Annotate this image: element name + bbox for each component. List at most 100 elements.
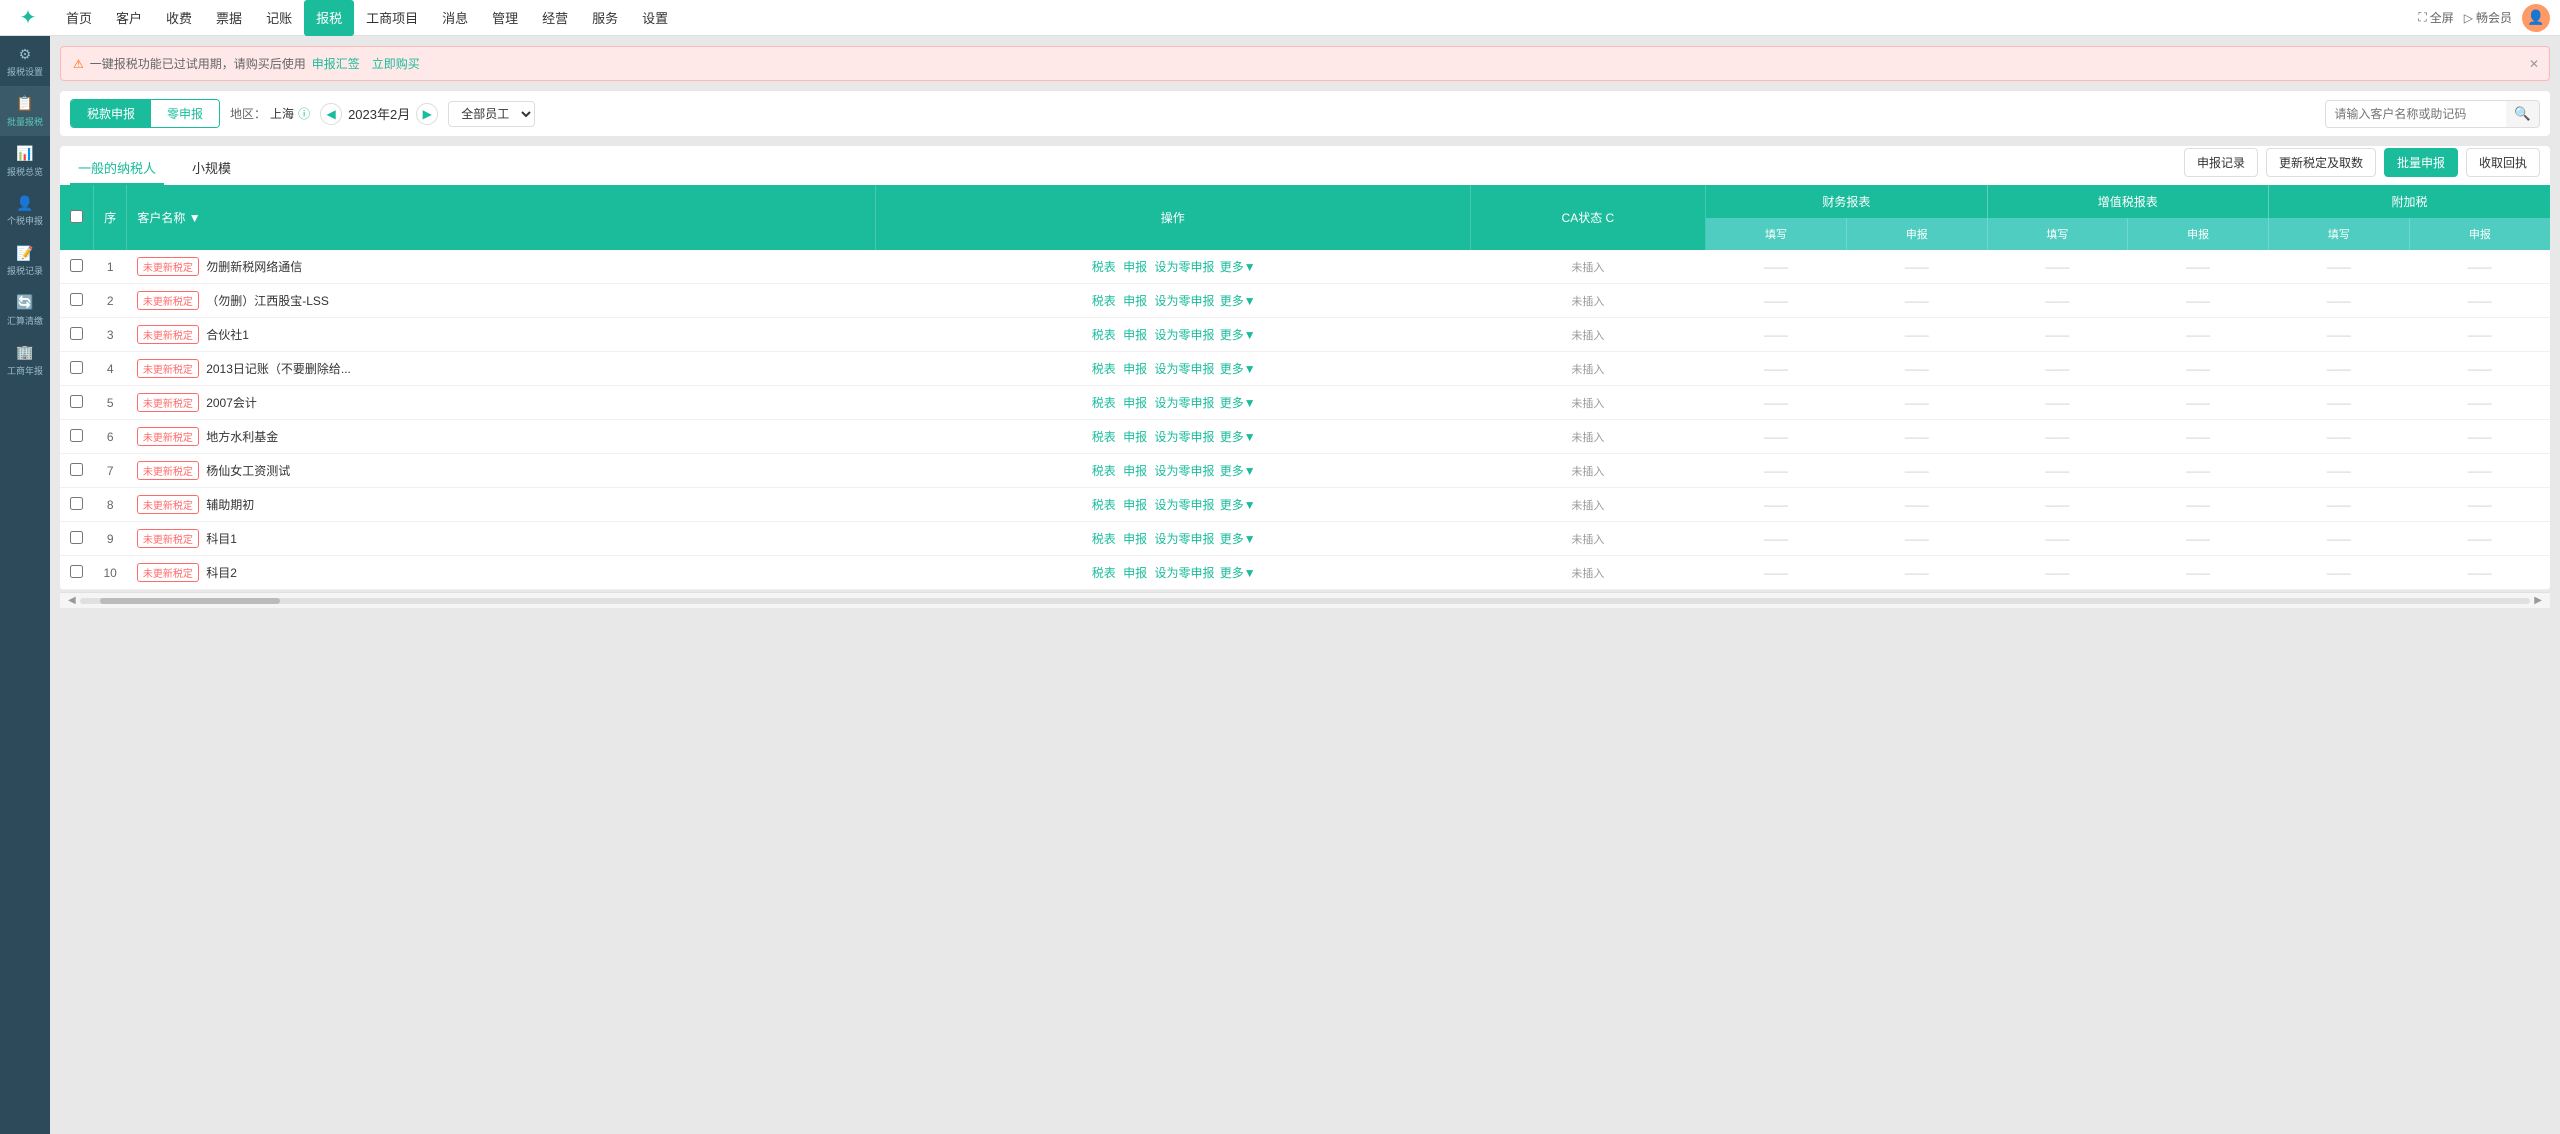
nav-item-accounting[interactable]: 记账	[254, 0, 304, 36]
op-more[interactable]: 更多▼	[1220, 396, 1256, 410]
row-checkbox[interactable]	[70, 259, 83, 272]
op-declare[interactable]: 申报	[1123, 498, 1147, 512]
op-tax-table[interactable]: 税表	[1092, 362, 1116, 376]
op-tax-table[interactable]: 税表	[1092, 430, 1116, 444]
sidebar-item-personal-tax[interactable]: 👤 个税申报	[0, 185, 50, 235]
op-more[interactable]: 更多▼	[1220, 328, 1256, 342]
sidebar-item-batch-tax[interactable]: 📋 批量报税	[0, 86, 50, 136]
row-checkbox[interactable]	[70, 429, 83, 442]
op-set-zero[interactable]: 设为零申报	[1154, 362, 1214, 376]
nav-item-home[interactable]: 首页	[54, 0, 104, 36]
tab-general-taxpayer[interactable]: 一般的纳税人	[70, 152, 164, 185]
scroll-thumb[interactable]	[100, 598, 280, 604]
op-declare[interactable]: 申报	[1123, 566, 1147, 580]
sidebar-item-annual-report[interactable]: 🏢 工商年报	[0, 335, 50, 385]
op-set-zero[interactable]: 设为零申报	[1154, 498, 1214, 512]
nav-item-business[interactable]: 工商项目	[354, 0, 430, 36]
op-more[interactable]: 更多▼	[1220, 498, 1256, 512]
tab-tax-declaration[interactable]: 税款申报	[71, 100, 151, 127]
op-declare[interactable]: 申报	[1123, 260, 1147, 274]
row-checkbox[interactable]	[70, 327, 83, 340]
row-checkbox[interactable]	[70, 463, 83, 476]
filing-record-button[interactable]: 申报记录	[2184, 148, 2258, 177]
batch-declare-button[interactable]: 批量申报	[2384, 148, 2458, 177]
op-declare[interactable]: 申报	[1123, 294, 1147, 308]
op-more[interactable]: 更多▼	[1220, 566, 1256, 580]
op-more[interactable]: 更多▼	[1220, 430, 1256, 444]
select-all-checkbox[interactable]	[70, 210, 83, 223]
sidebar-item-tax-overview[interactable]: 📊 报税总览	[0, 136, 50, 186]
alert-link-purchase[interactable]: 立即购买	[372, 55, 420, 72]
nav-item-client[interactable]: 客户	[104, 0, 154, 36]
op-set-zero[interactable]: 设为零申报	[1154, 396, 1214, 410]
nav-item-manage[interactable]: 管理	[480, 0, 530, 36]
row-checkbox[interactable]	[70, 293, 83, 306]
fullscreen-icon: ⛶	[2418, 10, 2426, 25]
alert-close-button[interactable]: ✕	[2529, 57, 2539, 71]
op-declare[interactable]: 申报	[1123, 532, 1147, 546]
scroll-left-arrow[interactable]: ◀	[68, 595, 76, 606]
fullscreen-button[interactable]: ⛶ 全屏	[2418, 9, 2453, 26]
avatar[interactable]: 👤	[2522, 4, 2550, 32]
op-declare[interactable]: 申报	[1123, 396, 1147, 410]
op-tax-table[interactable]: 税表	[1092, 260, 1116, 274]
member-button[interactable]: ▷ 畅会员	[2464, 9, 2512, 26]
op-tax-table[interactable]: 税表	[1092, 328, 1116, 342]
op-tax-table[interactable]: 税表	[1092, 532, 1116, 546]
sidebar-item-tax-settings[interactable]: ⚙ 报税设置	[0, 36, 50, 86]
row-add-fill: ——	[2268, 488, 2409, 522]
op-set-zero[interactable]: 设为零申报	[1154, 532, 1214, 546]
op-more[interactable]: 更多▼	[1220, 464, 1256, 478]
sidebar-item-annual-settlement[interactable]: 🔄 汇算清缴	[0, 285, 50, 335]
row-checkbox[interactable]	[70, 531, 83, 544]
op-tax-table[interactable]: 税表	[1092, 498, 1116, 512]
staff-select[interactable]: 全部员工	[448, 101, 535, 127]
op-more[interactable]: 更多▼	[1220, 532, 1256, 546]
nav-item-settings[interactable]: 设置	[630, 0, 680, 36]
op-tax-table[interactable]: 税表	[1092, 396, 1116, 410]
nav-item-invoice[interactable]: 票据	[204, 0, 254, 36]
op-more[interactable]: 更多▼	[1220, 294, 1256, 308]
nav-item-tax[interactable]: 报税	[304, 0, 354, 36]
sidebar-item-tax-record[interactable]: 📝 报税记录	[0, 235, 50, 285]
op-set-zero[interactable]: 设为零申报	[1154, 566, 1214, 580]
op-set-zero[interactable]: 设为零申报	[1154, 464, 1214, 478]
op-declare[interactable]: 申报	[1123, 430, 1147, 444]
tab-small-scale[interactable]: 小规模	[184, 152, 239, 185]
row-checkbox[interactable]	[70, 361, 83, 374]
collect-receipt-button[interactable]: 收取回执	[2466, 148, 2540, 177]
tab-zero-declaration[interactable]: 零申报	[151, 100, 219, 127]
op-tax-table[interactable]: 税表	[1092, 464, 1116, 478]
op-declare[interactable]: 申报	[1123, 328, 1147, 342]
nav-item-billing[interactable]: 收费	[154, 0, 204, 36]
update-tax-settings-button[interactable]: 更新税定及取数	[2266, 148, 2376, 177]
row-add-declare: ——	[2409, 556, 2550, 590]
op-set-zero[interactable]: 设为零申报	[1154, 294, 1214, 308]
op-tax-table[interactable]: 税表	[1092, 294, 1116, 308]
scroll-right-arrow[interactable]: ▶	[2534, 595, 2542, 606]
region-info-icon[interactable]: ⓘ	[298, 105, 310, 122]
row-client-name: 未更新税定 2007会计	[127, 386, 875, 420]
prev-month-button[interactable]: ◀	[320, 103, 342, 125]
member-icon: ▷	[2464, 11, 2473, 25]
row-checkbox[interactable]	[70, 395, 83, 408]
op-tax-table[interactable]: 税表	[1092, 566, 1116, 580]
search-button[interactable]: 🔍	[2506, 101, 2539, 127]
nav-item-operation[interactable]: 经营	[530, 0, 580, 36]
row-checkbox[interactable]	[70, 565, 83, 578]
nav-item-message[interactable]: 消息	[430, 0, 480, 36]
op-set-zero[interactable]: 设为零申报	[1154, 260, 1214, 274]
op-more[interactable]: 更多▼	[1220, 362, 1256, 376]
alert-link-filing[interactable]: 申报汇签	[312, 55, 360, 72]
nav-item-service[interactable]: 服务	[580, 0, 630, 36]
op-more[interactable]: 更多▼	[1220, 260, 1256, 274]
row-ca: 未插入	[1470, 284, 1706, 318]
row-checkbox[interactable]	[70, 497, 83, 510]
op-declare[interactable]: 申报	[1123, 464, 1147, 478]
search-input[interactable]	[2326, 102, 2506, 126]
horizontal-scrollbar[interactable]: ◀ ▶	[60, 592, 2550, 608]
op-declare[interactable]: 申报	[1123, 362, 1147, 376]
op-set-zero[interactable]: 设为零申报	[1154, 430, 1214, 444]
next-month-button[interactable]: ▶	[416, 103, 438, 125]
op-set-zero[interactable]: 设为零申报	[1154, 328, 1214, 342]
